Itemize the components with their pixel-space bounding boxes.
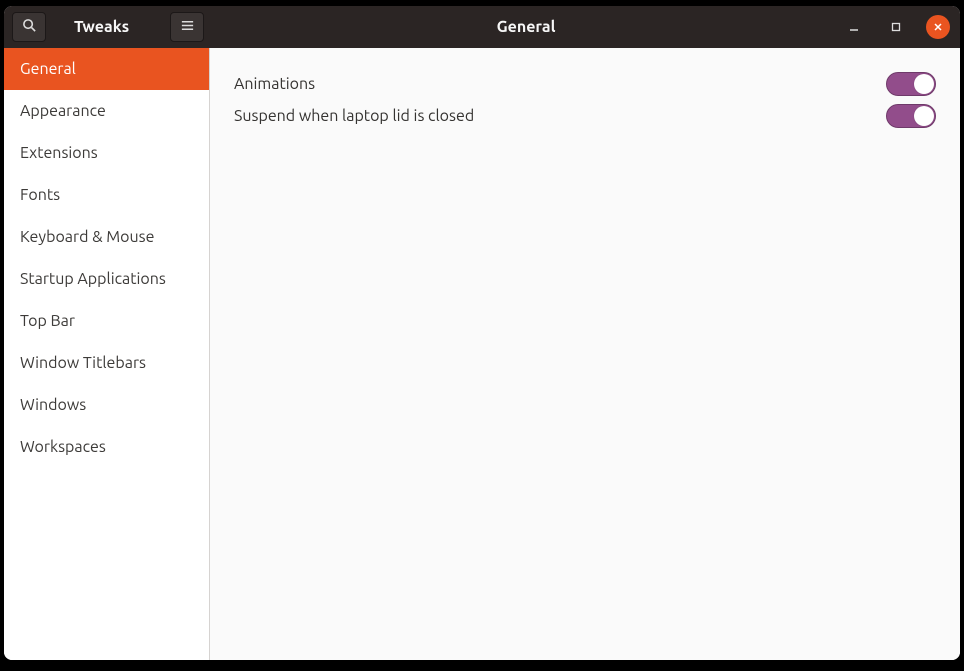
- sidebar-item-label: Window Titlebars: [20, 354, 146, 372]
- content-pane: Animations Suspend when laptop lid is clo…: [210, 48, 960, 660]
- sidebar-item-fonts[interactable]: Fonts: [4, 174, 209, 216]
- setting-row: Animations: [234, 68, 936, 100]
- body-area: General Appearance Extensions Fonts Keyboard…: [4, 48, 960, 660]
- sidebar-item-label: Workspaces: [20, 438, 106, 456]
- window-controls: [842, 15, 960, 39]
- sidebar-item-workspaces[interactable]: Workspaces: [4, 426, 209, 468]
- sidebar-item-label: Windows: [20, 396, 86, 414]
- close-button[interactable]: [926, 15, 950, 39]
- app-title: Tweaks: [74, 18, 129, 36]
- setting-row: Suspend when laptop lid is closed: [234, 100, 936, 132]
- maximize-button[interactable]: [884, 15, 908, 39]
- sidebar: General Appearance Extensions Fonts Keyboard…: [4, 48, 210, 660]
- sidebar-item-label: Startup Applications: [20, 270, 166, 288]
- sidebar-item-label: General: [20, 60, 76, 78]
- toggle-animations[interactable]: [886, 72, 936, 96]
- setting-label: Suspend when laptop lid is closed: [234, 107, 474, 125]
- sidebar-item-label: Appearance: [20, 102, 106, 120]
- toggle-knob: [914, 74, 934, 94]
- sidebar-item-extensions[interactable]: Extensions: [4, 132, 209, 174]
- sidebar-item-top-bar[interactable]: Top Bar: [4, 300, 209, 342]
- sidebar-item-startup-applications[interactable]: Startup Applications: [4, 258, 209, 300]
- sidebar-item-keyboard-mouse[interactable]: Keyboard & Mouse: [4, 216, 209, 258]
- maximize-icon: [891, 22, 901, 32]
- titlebar-left: Tweaks: [4, 6, 210, 48]
- app-window: Tweaks General: [4, 6, 960, 660]
- setting-label: Animations: [234, 75, 315, 93]
- minimize-button[interactable]: [842, 15, 866, 39]
- sidebar-item-general[interactable]: General: [4, 48, 209, 90]
- titlebar: Tweaks General: [4, 6, 960, 48]
- toggle-knob: [914, 106, 934, 126]
- page-title: General: [210, 18, 842, 36]
- sidebar-item-label: Fonts: [20, 186, 60, 204]
- hamburger-icon: [180, 18, 195, 37]
- close-icon: [933, 22, 943, 32]
- sidebar-item-label: Keyboard & Mouse: [20, 228, 154, 246]
- toggle-suspend-when-laptop-lid-is-closed[interactable]: [886, 104, 936, 128]
- sidebar-item-windows[interactable]: Windows: [4, 384, 209, 426]
- search-icon: [22, 18, 37, 37]
- sidebar-item-label: Top Bar: [20, 312, 75, 330]
- search-button[interactable]: [12, 12, 46, 42]
- sidebar-item-label: Extensions: [20, 144, 98, 162]
- minimize-icon: [849, 22, 859, 32]
- sidebar-item-appearance[interactable]: Appearance: [4, 90, 209, 132]
- hamburger-menu-button[interactable]: [170, 12, 204, 42]
- sidebar-item-window-titlebars[interactable]: Window Titlebars: [4, 342, 209, 384]
